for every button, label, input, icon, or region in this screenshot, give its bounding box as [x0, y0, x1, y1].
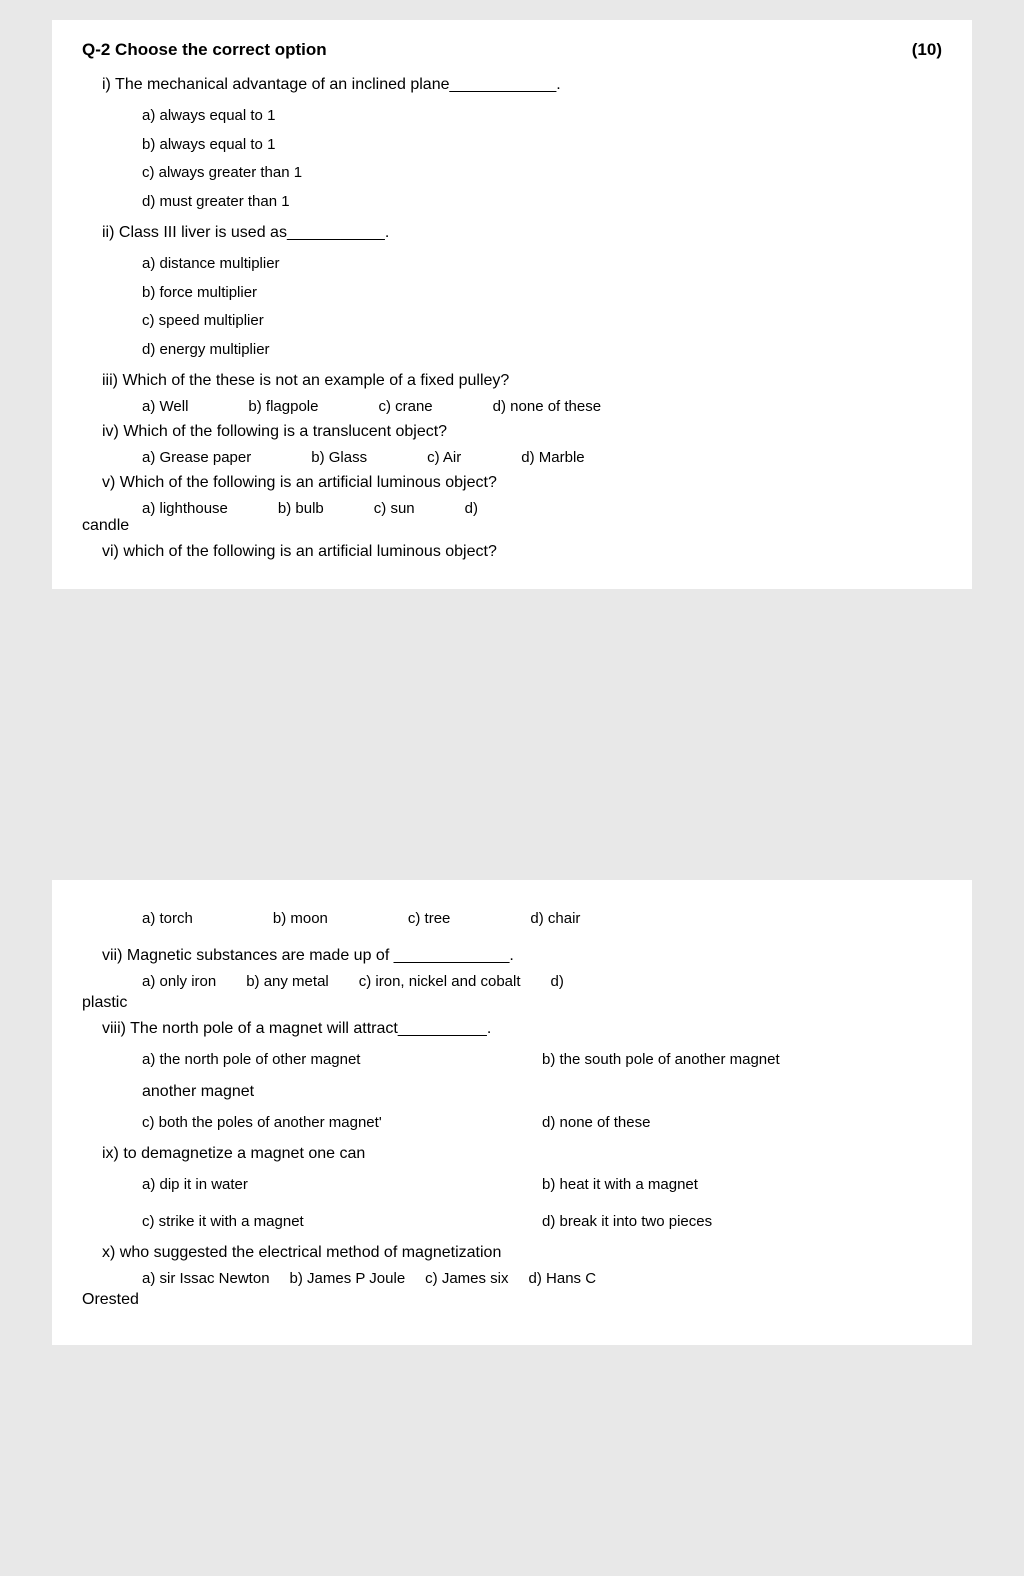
- list-item: b) James P Joule: [290, 1270, 406, 1287]
- list-item: c) speed multiplier: [142, 307, 942, 336]
- question-vi-text: vi) which of the following is an artific…: [102, 543, 942, 561]
- question-ix-options-2: c) strike it with a magnet d) break it i…: [142, 1208, 942, 1237]
- list-item: c) sun: [374, 500, 415, 517]
- question-vii-text: vii) Magnetic substances are made up of …: [102, 947, 942, 965]
- list-item: c) Air: [427, 449, 461, 466]
- list-item: a) always equal to 1: [142, 102, 942, 131]
- list-item: b) bulb: [278, 500, 324, 517]
- question-ix-options-1: a) dip it in water b) heat it with a mag…: [142, 1171, 942, 1200]
- question-iv: iv) Which of the following is a transluc…: [82, 423, 942, 466]
- list-item: a) only iron: [142, 973, 216, 990]
- question-i: i) The mechanical advantage of an inclin…: [82, 76, 942, 216]
- list-item: d): [465, 500, 478, 517]
- list-item: d) Hans C: [529, 1270, 597, 1287]
- question-ii-options: a) distance multiplier b) force multipli…: [142, 250, 942, 364]
- list-item: b) the south pole of another magnet: [542, 1046, 942, 1075]
- another-magnet: another magnet: [142, 1083, 942, 1101]
- list-item: b) always equal to 1: [142, 131, 942, 160]
- list-item: a) sir Issac Newton: [142, 1270, 270, 1287]
- vi-options-row: a) torch b) moon c) tree d) chair: [82, 910, 942, 927]
- question-viii-text: viii) The north pole of a magnet will at…: [102, 1020, 942, 1038]
- question-vii: vii) Magnetic substances are made up of …: [82, 947, 942, 1012]
- list-item: a) distance multiplier: [142, 250, 942, 279]
- list-item: d) Marble: [521, 449, 584, 466]
- question-x-overflow: Orested: [82, 1291, 942, 1309]
- question-v-text: v) Which of the following is an artifici…: [102, 474, 942, 492]
- list-item: d) must greater than 1: [142, 188, 942, 217]
- question-x: x) who suggested the electrical method o…: [82, 1244, 942, 1309]
- question-ix-text: ix) to demagnetize a magnet one can: [102, 1145, 942, 1163]
- list-item: b) force multiplier: [142, 279, 942, 308]
- question-iii: iii) Which of the these is not an exampl…: [82, 372, 942, 415]
- candle-word: candle: [82, 517, 942, 535]
- list-item: a) dip it in water: [142, 1171, 542, 1200]
- list-item: b) heat it with a magnet: [542, 1171, 942, 1200]
- list-item: a) torch: [142, 910, 193, 927]
- question-ii: ii) Class III liver is used as__________…: [82, 224, 942, 364]
- list-item: b) moon: [273, 910, 328, 927]
- list-item: c) both the poles of another magnet': [142, 1109, 542, 1138]
- question-i-options: a) always equal to 1 b) always equal to …: [142, 102, 942, 216]
- question-iv-text: iv) Which of the following is a transluc…: [102, 423, 942, 441]
- list-item: c) crane: [378, 398, 432, 415]
- list-item: a) the north pole of other magnet: [142, 1046, 542, 1075]
- list-item: d) break it into two pieces: [542, 1208, 942, 1237]
- marks: (10): [912, 40, 942, 60]
- question-vii-options: a) only iron b) any metal c) iron, nicke…: [142, 973, 942, 990]
- question-header: Q-2 Choose the correct option (10): [82, 40, 942, 60]
- list-item: b) flagpole: [248, 398, 318, 415]
- question-viii-options-2: c) both the poles of another magnet' d) …: [142, 1109, 942, 1138]
- list-item: c) iron, nickel and cobalt: [359, 973, 521, 990]
- question-iii-options: a) Well b) flagpole c) crane d) none of …: [142, 398, 942, 415]
- list-item: c) strike it with a magnet: [142, 1208, 542, 1237]
- list-item: c) James six: [425, 1270, 508, 1287]
- vi-options: a) torch b) moon c) tree d) chair: [142, 910, 942, 927]
- list-item: b) any metal: [246, 973, 329, 990]
- list-item: b) Glass: [311, 449, 367, 466]
- list-item: d) chair: [530, 910, 580, 927]
- question-iii-text: iii) Which of the these is not an exampl…: [102, 372, 942, 390]
- list-item: d): [551, 973, 564, 990]
- list-item: a) lighthouse: [142, 500, 228, 517]
- question-i-text: i) The mechanical advantage of an inclin…: [102, 76, 942, 94]
- list-item: a) Grease paper: [142, 449, 251, 466]
- question-number: Q-2 Choose the correct option: [82, 40, 327, 60]
- question-viii-options: a) the north pole of other magnet b) the…: [142, 1046, 942, 1075]
- question-ii-text: ii) Class III liver is used as__________…: [102, 224, 942, 242]
- list-item: c) tree: [408, 910, 451, 927]
- question-x-options: a) sir Issac Newton b) James P Joule c) …: [142, 1270, 942, 1287]
- question-vi: vi) which of the following is an artific…: [82, 543, 942, 561]
- question-viii: viii) The north pole of a magnet will at…: [82, 1020, 942, 1137]
- question-ix: ix) to demagnetize a magnet one can a) d…: [82, 1145, 942, 1236]
- question-v-options: a) lighthouse b) bulb c) sun d): [142, 500, 942, 517]
- list-item: d) none of these: [493, 398, 601, 415]
- list-item: d) energy multiplier: [142, 336, 942, 365]
- question-iv-options: a) Grease paper b) Glass c) Air d) Marbl…: [142, 449, 942, 466]
- list-item: c) always greater than 1: [142, 159, 942, 188]
- question-v: v) Which of the following is an artifici…: [82, 474, 942, 535]
- list-item: a) Well: [142, 398, 188, 415]
- list-item: d) none of these: [542, 1109, 942, 1138]
- question-x-text: x) who suggested the electrical method o…: [102, 1244, 942, 1262]
- question-vii-overflow: plastic: [82, 994, 942, 1012]
